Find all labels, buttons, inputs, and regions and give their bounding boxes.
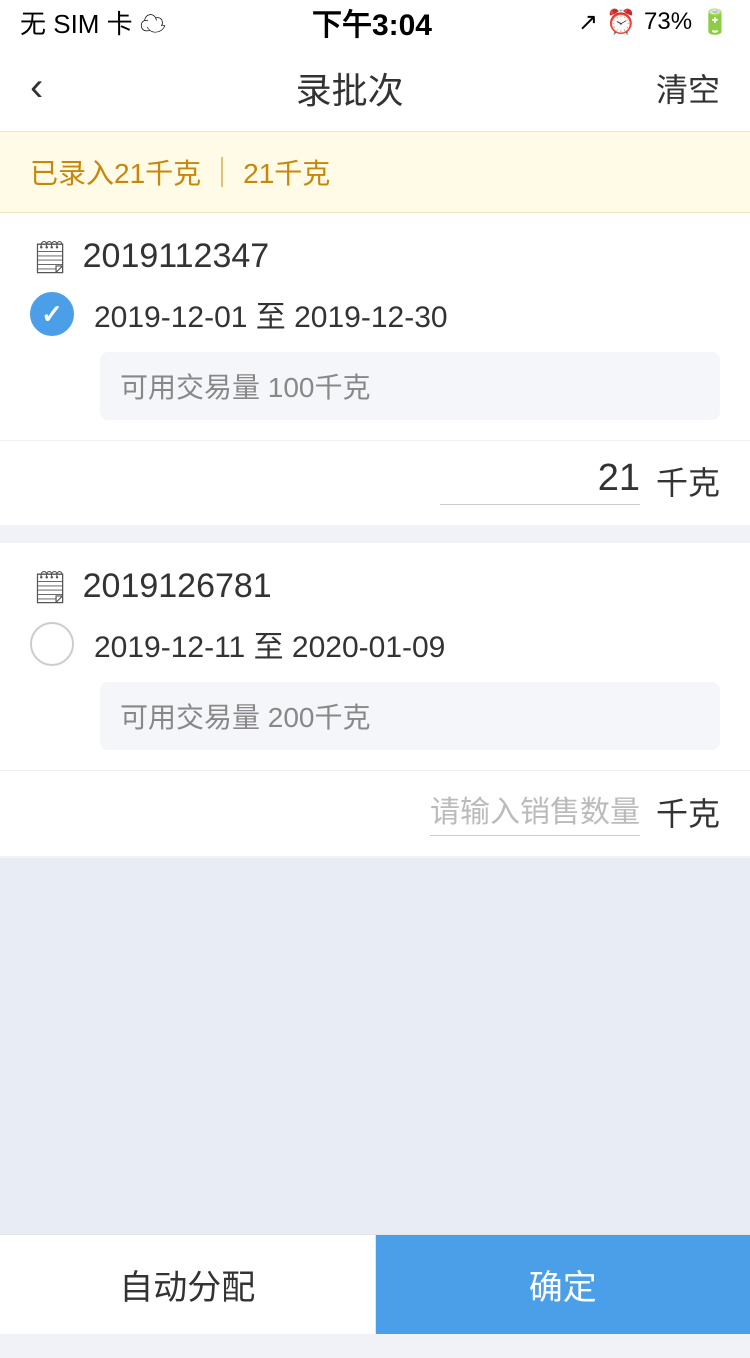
empty-area bbox=[0, 858, 750, 1258]
batch-id-1: 2019112347 bbox=[83, 237, 270, 276]
batch-date-2: 2019-12-11 至 2020-01-09 bbox=[94, 622, 445, 666]
summary-banner: 已录入21千克 21千克 bbox=[0, 132, 750, 213]
location-icon: ↗ bbox=[578, 8, 598, 37]
no-sim-text: 无 SIM 卡 ☁ bbox=[20, 4, 166, 41]
back-button[interactable]: ‹ bbox=[30, 65, 43, 110]
batch-document-icon-1: 🗒 bbox=[30, 238, 71, 276]
status-bar: 无 SIM 卡 ☁ 下午3:04 ↗ ⏰ 73% 🔋 bbox=[0, 0, 750, 44]
section-divider bbox=[0, 527, 750, 543]
total-amount: 21千克 bbox=[243, 152, 330, 192]
status-left: 无 SIM 卡 ☁ bbox=[20, 4, 166, 41]
batch-card-2: 🗒 2019126781 2019-12-11 至 2020-01-09 可用交… bbox=[0, 543, 750, 856]
batch-header-1: 🗒 2019112347 bbox=[0, 213, 750, 288]
battery-text: 73% bbox=[644, 8, 692, 36]
alarm-icon: ⏰ bbox=[606, 8, 636, 37]
batch-date-1: 2019-12-01 至 2019-12-30 bbox=[94, 292, 448, 336]
qty-unit-2: 千克 bbox=[656, 789, 720, 835]
recorded-amount: 已录入21千克 bbox=[30, 152, 201, 192]
nav-bar: ‹ 录批次 清空 bbox=[0, 44, 750, 132]
radio-button-1[interactable] bbox=[30, 292, 74, 336]
qty-row-1: 21 千克 bbox=[0, 440, 750, 525]
qty-row-2: 请输入销售数量 千克 bbox=[0, 770, 750, 856]
qty-placeholder-2: 请输入销售数量 bbox=[430, 787, 640, 831]
batch-date-row-1[interactable]: 2019-12-01 至 2019-12-30 bbox=[0, 288, 750, 352]
batch-document-icon-2: 🗒 bbox=[30, 568, 71, 606]
page-title: 录批次 bbox=[296, 62, 404, 114]
footer: 自动分配 确定 bbox=[0, 1234, 750, 1334]
qty-underline-2[interactable]: 请输入销售数量 bbox=[430, 787, 640, 836]
batch-id-2: 2019126781 bbox=[83, 567, 272, 606]
status-right: ↗ ⏰ 73% 🔋 bbox=[578, 8, 730, 37]
auto-distribute-button[interactable]: 自动分配 bbox=[0, 1235, 376, 1334]
battery-icon: 🔋 bbox=[700, 8, 730, 37]
radio-button-2[interactable] bbox=[30, 622, 74, 666]
available-qty-2: 可用交易量 200千克 bbox=[100, 682, 720, 750]
available-qty-1: 可用交易量 100千克 bbox=[100, 352, 720, 420]
qty-unit-1: 千克 bbox=[656, 458, 720, 504]
summary-divider bbox=[221, 157, 223, 187]
confirm-button[interactable]: 确定 bbox=[376, 1235, 750, 1334]
batch-header-2: 🗒 2019126781 bbox=[0, 543, 750, 618]
batch-card-1: 🗒 2019112347 2019-12-01 至 2019-12-30 可用交… bbox=[0, 213, 750, 525]
batch-date-row-2[interactable]: 2019-12-11 至 2020-01-09 bbox=[0, 618, 750, 682]
qty-value-1: 21 bbox=[598, 457, 640, 500]
clear-button[interactable]: 清空 bbox=[656, 65, 720, 111]
status-time: 下午3:04 bbox=[312, 0, 432, 44]
qty-underline-1: 21 bbox=[440, 457, 640, 505]
